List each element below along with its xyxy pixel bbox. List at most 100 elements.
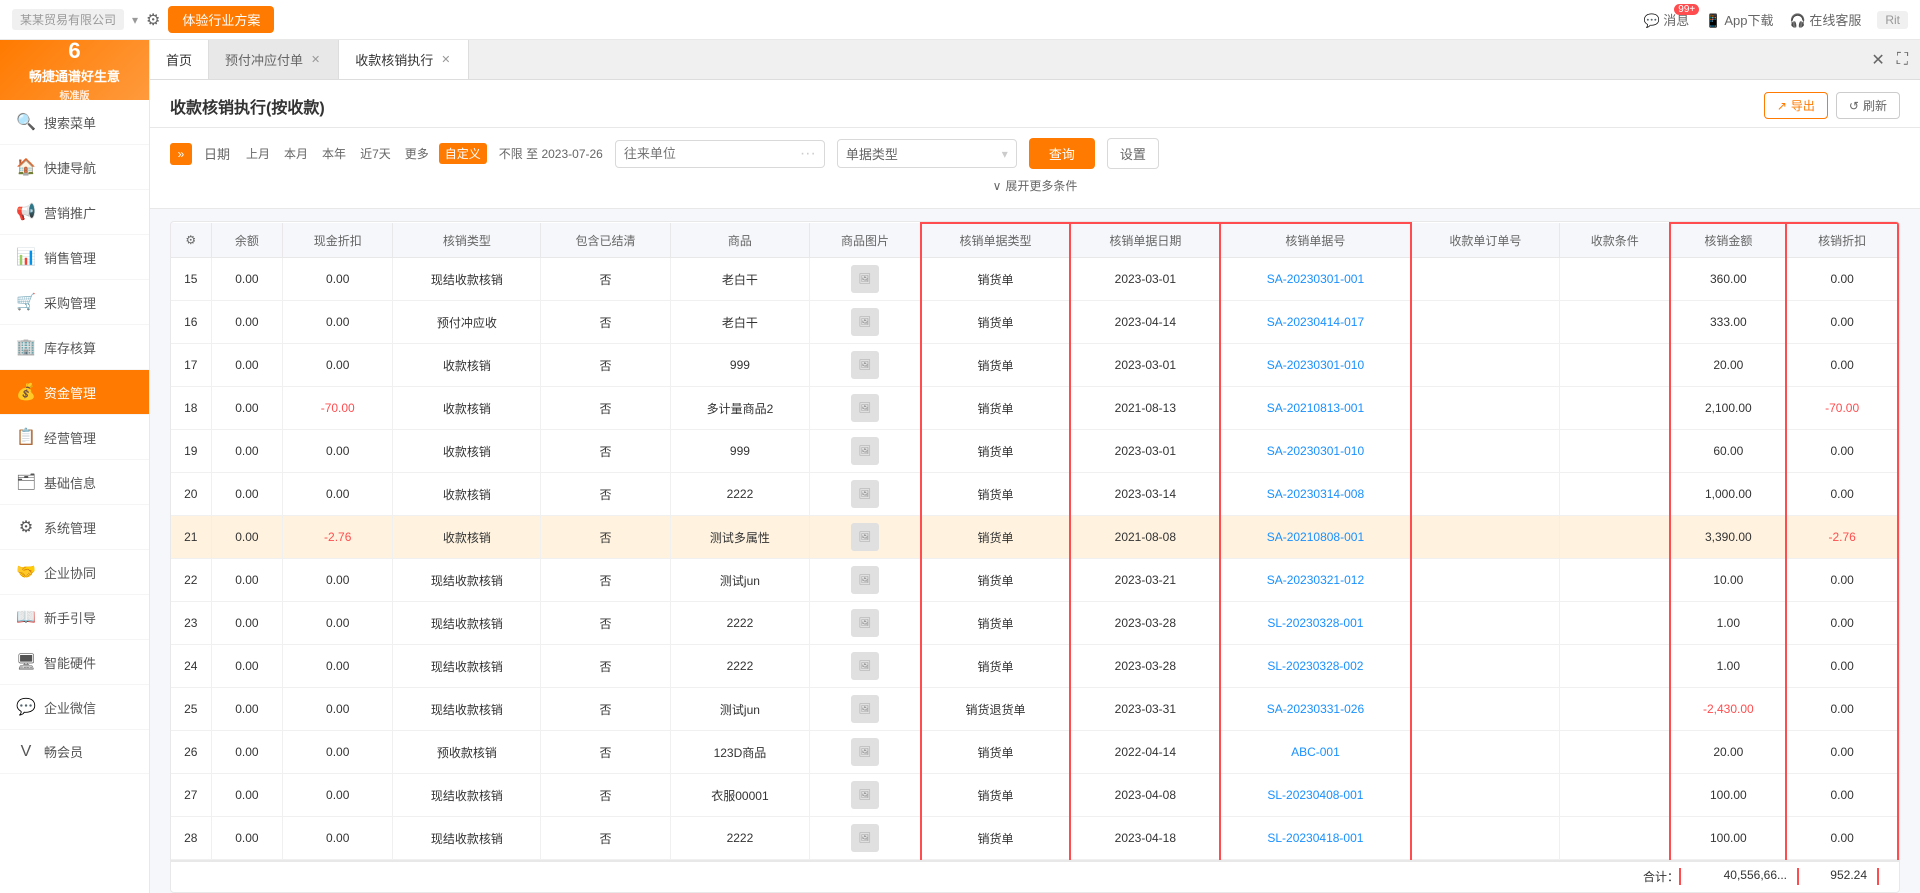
- cell-write-off-no-13[interactable]: SL-20230418-001: [1220, 817, 1410, 860]
- sidebar-item-marketing[interactable]: 📢营销推广: [0, 190, 149, 235]
- write-off-no-link-9[interactable]: SL-20230328-002: [1267, 659, 1363, 673]
- cell-receipt-cond-8: [1560, 602, 1671, 645]
- cell-write-off-no-3[interactable]: SA-20210813-001: [1220, 387, 1410, 430]
- write-off-no-link-3[interactable]: SA-20210813-001: [1267, 401, 1364, 415]
- write-off-no-link-2[interactable]: SA-20230301-010: [1267, 358, 1364, 372]
- cell-write-off-no-11[interactable]: ABC-001: [1220, 731, 1410, 774]
- cell-receipt-cond-2: [1560, 344, 1671, 387]
- sidebar-item-search[interactable]: 🔍搜索菜单: [0, 100, 149, 145]
- date-more[interactable]: 更多: [401, 143, 433, 164]
- tab-close-all-icon[interactable]: ✕: [1867, 48, 1888, 72]
- user-info[interactable]: Rit: [1877, 11, 1908, 29]
- filter-expand-button[interactable]: »: [170, 143, 192, 165]
- sidebar-item-purchase[interactable]: 🛒采购管理: [0, 280, 149, 325]
- expand-more-btn[interactable]: ∨ 展开更多条件: [170, 173, 1900, 198]
- cell-write-off-no-0[interactable]: SA-20230301-001: [1220, 258, 1410, 301]
- inventory-icon: 🏢: [16, 337, 36, 357]
- date-this-month[interactable]: 本月: [280, 143, 312, 164]
- sidebar-item-label-search: 搜索菜单: [44, 113, 96, 132]
- tab-expand-icon[interactable]: ⛶: [1893, 49, 1912, 71]
- date-prev-month[interactable]: 上月: [242, 143, 274, 164]
- sidebar-item-hardware[interactable]: 🖥智能硬件: [0, 640, 149, 685]
- service-button[interactable]: 🎧 在线客服: [1790, 10, 1862, 29]
- single-type-chevron-icon: ▾: [1002, 147, 1008, 161]
- partner-input[interactable]: [624, 146, 800, 161]
- cell-included-6: 否: [541, 516, 670, 559]
- product-img-4: 🖼: [851, 437, 879, 465]
- sidebar-item-finance[interactable]: 💰资金管理: [0, 370, 149, 415]
- cell-product-img-11: 🖼: [810, 731, 921, 774]
- cell-product-img-6: 🖼: [810, 516, 921, 559]
- cell-write-off-no-12[interactable]: SL-20230408-001: [1220, 774, 1410, 817]
- cell-write-off-no-7[interactable]: SA-20230321-012: [1220, 559, 1410, 602]
- table-wrap[interactable]: ⚙ 余额 现金折扣 核销类型 包含已结清 商品 商品图片 核销单据类型 核销单据…: [170, 221, 1900, 893]
- settings-icon[interactable]: ⚙: [146, 10, 160, 30]
- sidebar-item-corp[interactable]: 🤝企业协同: [0, 550, 149, 595]
- cell-write-off-no-1[interactable]: SA-20230414-017: [1220, 301, 1410, 344]
- write-off-no-link-5[interactable]: SA-20230314-008: [1267, 487, 1364, 501]
- tab-home[interactable]: 首页: [150, 40, 209, 79]
- sidebar-item-basic[interactable]: 🗂基础信息: [0, 460, 149, 505]
- company-selector[interactable]: 某某贸易有限公司: [12, 9, 124, 30]
- write-off-no-link-12[interactable]: SL-20230408-001: [1267, 788, 1363, 802]
- sidebar-item-business[interactable]: 📋经营管理: [0, 415, 149, 460]
- th-settings[interactable]: ⚙: [171, 223, 211, 258]
- write-off-no-link-4[interactable]: SA-20230301-010: [1267, 444, 1364, 458]
- app-download-button[interactable]: 📱 App下载: [1705, 10, 1773, 29]
- write-off-no-link-10[interactable]: SA-20230331-026: [1267, 702, 1364, 716]
- cell-write-off-no-6[interactable]: SA-20210808-001: [1220, 516, 1410, 559]
- tab-prepay[interactable]: 预付冲应付单✕: [209, 40, 339, 79]
- column-settings-icon[interactable]: ⚙: [185, 233, 196, 247]
- tab-close-prepay[interactable]: ✕: [309, 52, 322, 67]
- sidebar-item-system[interactable]: ⚙系统管理: [0, 505, 149, 550]
- write-off-no-link-7[interactable]: SA-20230321-012: [1267, 573, 1364, 587]
- sidebar-item-label-quicknav: 快捷导航: [44, 158, 96, 177]
- refresh-button[interactable]: ↺ 刷新: [1836, 92, 1900, 119]
- cell-type-12: 现结收款核销: [393, 774, 541, 817]
- product-img-0: 🖼: [851, 265, 879, 293]
- single-type-select[interactable]: [898, 146, 1002, 161]
- sidebar-item-guide[interactable]: 📖新手引导: [0, 595, 149, 640]
- refresh-icon: ↺: [1849, 99, 1859, 113]
- write-off-no-link-6[interactable]: SA-20210808-001: [1267, 530, 1364, 544]
- cell-write-off-no-8[interactable]: SL-20230328-001: [1220, 602, 1410, 645]
- cell-included-3: 否: [541, 387, 670, 430]
- tab-close-receipt[interactable]: ✕: [439, 52, 452, 67]
- sidebar-item-member[interactable]: V畅会员: [0, 730, 149, 774]
- cell-included-7: 否: [541, 559, 670, 602]
- write-off-no-link-13[interactable]: SL-20230418-001: [1267, 831, 1363, 845]
- cell-write-off-no-10[interactable]: SA-20230331-026: [1220, 688, 1410, 731]
- cell-product-img-3: 🖼: [810, 387, 921, 430]
- tab-receipt[interactable]: 收款核销执行✕: [339, 40, 469, 79]
- export-button[interactable]: ↗ 导出: [1764, 92, 1828, 119]
- write-off-no-link-0[interactable]: SA-20230301-001: [1267, 272, 1364, 286]
- sidebar-item-wechat[interactable]: 💬企业微信: [0, 685, 149, 730]
- partner-more-icon[interactable]: ···: [800, 145, 816, 163]
- write-off-no-link-11[interactable]: ABC-001: [1291, 745, 1340, 759]
- write-off-no-link-8[interactable]: SL-20230328-001: [1267, 616, 1363, 630]
- footer-total-amount: 合计：: [1643, 868, 1679, 885]
- sidebar-item-label-purchase: 采购管理: [44, 293, 96, 312]
- tab-bar: 首页预付冲应付单✕收款核销执行✕ ✕ ⛶: [150, 40, 1920, 80]
- cell-write-off-no-5[interactable]: SA-20230314-008: [1220, 473, 1410, 516]
- cell-write-off-discount-8: 0.00: [1786, 602, 1898, 645]
- cell-receipt-order-0: [1411, 258, 1560, 301]
- table-row: 28 0.00 0.00 现结收款核销 否 2222 🖼 销货单 2023-04…: [171, 817, 1898, 860]
- cell-write-off-discount-3: -70.00: [1786, 387, 1898, 430]
- query-button[interactable]: 查询: [1029, 138, 1095, 169]
- cell-write-off-no-9[interactable]: SL-20230328-002: [1220, 645, 1410, 688]
- cell-write-off-no-4[interactable]: SA-20230301-010: [1220, 430, 1410, 473]
- date-7days[interactable]: 近7天: [356, 143, 395, 164]
- setting-button[interactable]: 设置: [1107, 138, 1159, 169]
- cell-write-off-no-2[interactable]: SA-20230301-010: [1220, 344, 1410, 387]
- sidebar-item-sales[interactable]: 📊销售管理: [0, 235, 149, 280]
- notify-button[interactable]: 💬 消息 99+: [1643, 10, 1689, 29]
- write-off-no-link-1[interactable]: SA-20230414-017: [1267, 315, 1364, 329]
- date-custom-badge[interactable]: 自定义: [439, 143, 487, 164]
- trial-button[interactable]: 体验行业方案: [168, 6, 274, 33]
- sidebar-item-inventory[interactable]: 🏢库存核算: [0, 325, 149, 370]
- cell-product-10: 测试jun: [670, 688, 810, 731]
- cell-no-2: 17: [171, 344, 211, 387]
- sidebar-item-quicknav[interactable]: 🏠快捷导航: [0, 145, 149, 190]
- date-this-year[interactable]: 本年: [318, 143, 350, 164]
